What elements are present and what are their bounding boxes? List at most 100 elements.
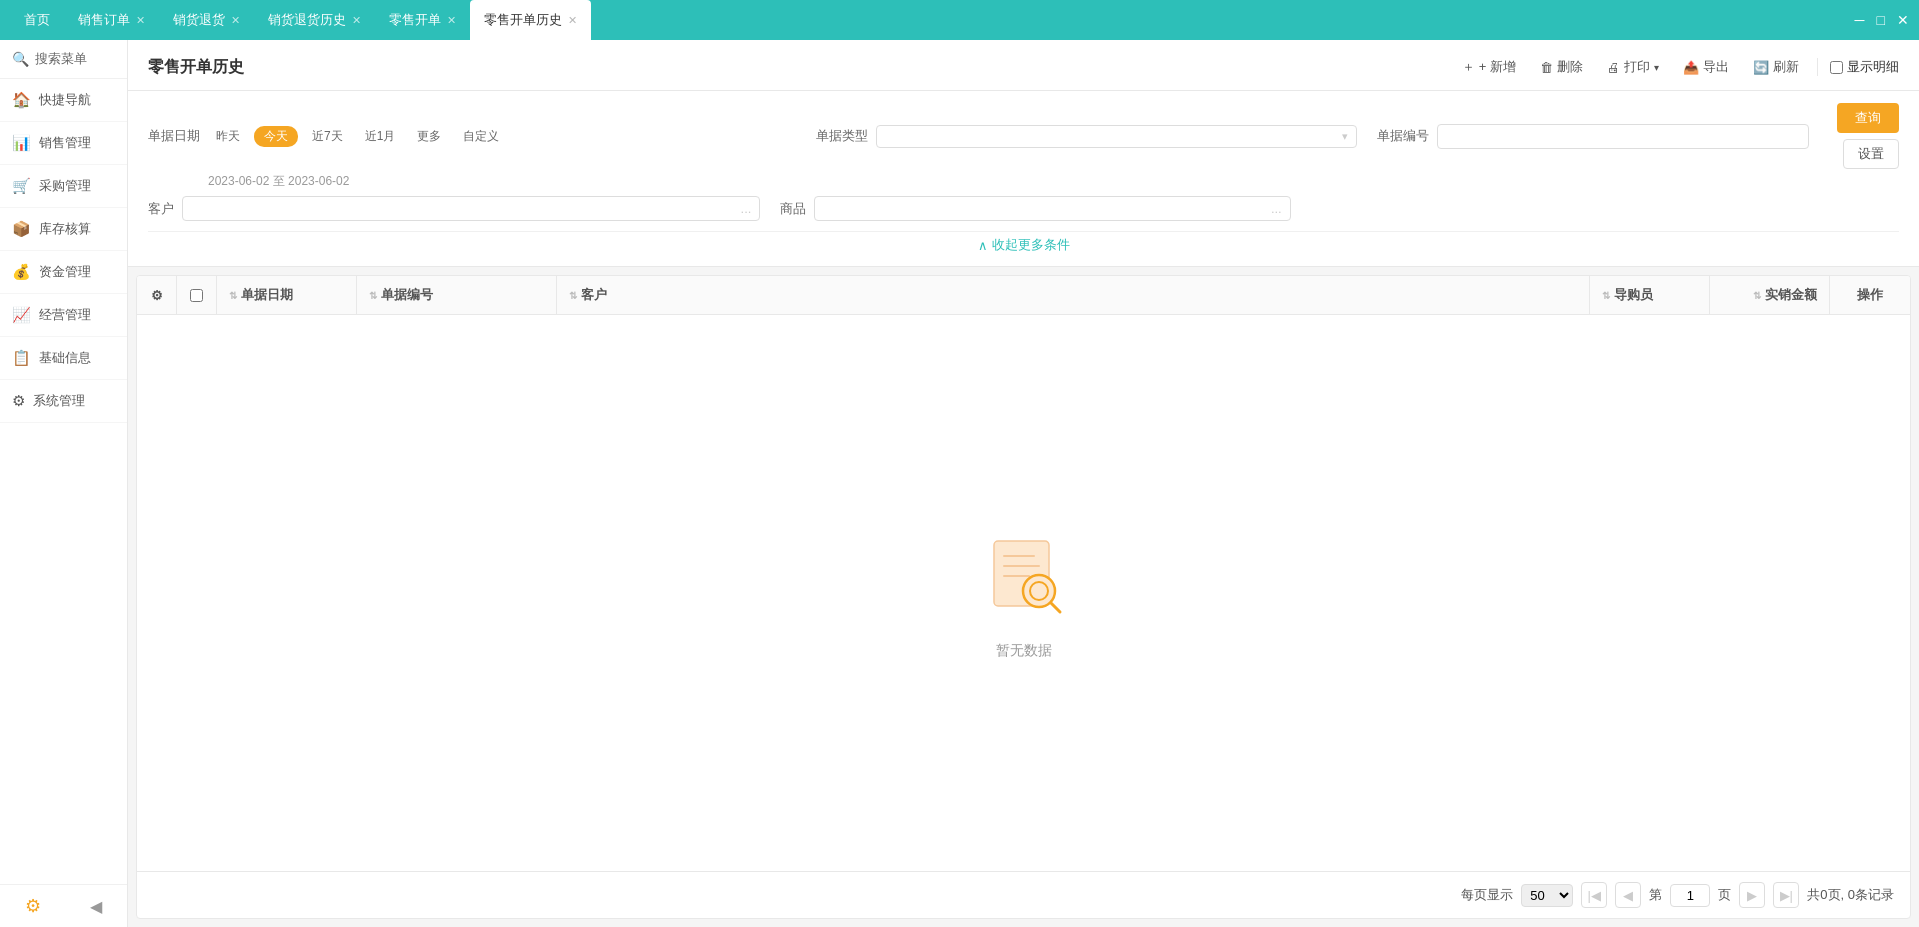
tab-sales-order[interactable]: 销售订单 ✕ (64, 0, 159, 40)
page-label-post: 页 (1718, 886, 1731, 904)
goods-input[interactable] (823, 201, 1270, 216)
page-prev-btn[interactable]: ◀ (1615, 882, 1641, 908)
close-icon[interactable]: ✕ (1897, 12, 1909, 28)
tab-sales-return-history[interactable]: 销货退货历史 ✕ (254, 0, 375, 40)
select-all-checkbox[interactable] (190, 289, 203, 302)
page-last-btn[interactable]: ▶| (1773, 882, 1799, 908)
tab-close-sales-return-history[interactable]: ✕ (352, 14, 361, 27)
empty-illustration (974, 526, 1074, 626)
tab-retail-open[interactable]: 零售开单 ✕ (375, 0, 470, 40)
search-icon: 🔍 (12, 51, 29, 67)
date-btn-custom[interactable]: 自定义 (455, 126, 507, 147)
sort-amount-icon: ⇅ (1753, 290, 1761, 301)
sidebar-menu: 🏠 快捷导航 📊 销售管理 🛒 采购管理 📦 库存核算 💰 资金管理 📈 (0, 79, 127, 884)
sidebar-item-quick-nav[interactable]: 🏠 快捷导航 (0, 79, 127, 122)
doc-no-label: 单据编号 (1377, 127, 1429, 145)
date-btn-today[interactable]: 今天 (254, 126, 298, 147)
refresh-button[interactable]: 🔄 刷新 (1747, 54, 1805, 80)
add-button[interactable]: ＋ + 新增 (1456, 54, 1522, 80)
date-btn-yesterday[interactable]: 昨天 (208, 126, 248, 147)
filter-row-1: 单据日期 昨天 今天 近7天 近1月 更多 自定义 单据类型 ▾ (148, 103, 1899, 169)
goods-label: 商品 (780, 200, 806, 218)
sidebar-item-sales-mgmt[interactable]: 📊 销售管理 (0, 122, 127, 165)
delete-button[interactable]: 🗑 删除 (1534, 54, 1589, 80)
sidebar-item-inventory[interactable]: 📦 库存核算 (0, 208, 127, 251)
sort-date-icon: ⇅ (229, 290, 237, 301)
customer-label: 客户 (148, 200, 174, 218)
table-area: ⚙ ⇅ 单据日期 ⇅ 单据编号 ⇅ 客户 ⇅ (136, 275, 1911, 919)
sort-billno-icon: ⇅ (369, 290, 377, 301)
filter-customer: 客户 ... (148, 196, 760, 221)
customer-input[interactable] (191, 201, 741, 216)
tab-home[interactable]: 首页 (10, 0, 64, 40)
sidebar-item-finance[interactable]: 💰 资金管理 (0, 251, 127, 294)
date-btn-more[interactable]: 更多 (409, 126, 449, 147)
refresh-icon: 🔄 (1753, 60, 1769, 75)
print-chevron-icon: ▾ (1654, 62, 1659, 73)
sys-mgmt-icon: ⚙ (12, 392, 25, 410)
tab-retail-open-history[interactable]: 零售开单历史 ✕ (470, 0, 591, 40)
th-date[interactable]: ⇅ 单据日期 (217, 276, 357, 314)
page-number-input[interactable] (1670, 884, 1710, 907)
tab-close-sales-order[interactable]: ✕ (136, 14, 145, 27)
date-btn-7days[interactable]: 近7天 (304, 126, 351, 147)
filter-doc-type: 单据类型 ▾ (816, 125, 1356, 148)
filter-area: 单据日期 昨天 今天 近7天 近1月 更多 自定义 单据类型 ▾ (128, 91, 1919, 267)
empty-text: 暂无数据 (996, 642, 1052, 660)
page-next-btn[interactable]: ▶ (1739, 882, 1765, 908)
date-btn-1month[interactable]: 近1月 (357, 126, 404, 147)
maximize-icon[interactable]: □ (1877, 12, 1885, 28)
tab-close-retail-open[interactable]: ✕ (447, 14, 456, 27)
tab-close-retail-open-history[interactable]: ✕ (568, 14, 577, 27)
th-guide[interactable]: ⇅ 导购员 (1590, 276, 1710, 314)
sidebar-item-purchase-mgmt[interactable]: 🛒 采购管理 (0, 165, 127, 208)
tab-close-sales-return[interactable]: ✕ (231, 14, 240, 27)
filter-collapse[interactable]: ∧ 收起更多条件 (148, 231, 1899, 258)
th-gear[interactable]: ⚙ (137, 276, 177, 314)
sidebar-collapse-icon[interactable]: ◀ (90, 897, 102, 916)
delete-icon: 🗑 (1540, 60, 1553, 75)
settings-button[interactable]: 设置 (1843, 139, 1899, 169)
filter-doc-no: 单据编号 (1377, 124, 1809, 149)
sidebar-bottom: ⚙ ◀ (0, 884, 127, 927)
th-checkbox[interactable] (177, 276, 217, 314)
sidebar-search[interactable]: 🔍 搜索菜单 (0, 40, 127, 79)
minimize-icon[interactable]: ─ (1855, 12, 1865, 28)
tab-sales-return[interactable]: 销货退货 ✕ (159, 0, 254, 40)
content-area: 零售开单历史 ＋ + 新增 🗑 删除 🖨 打印 ▾ 📤 导出 (128, 40, 1919, 927)
display-detail-toggle[interactable]: 显示明细 (1830, 58, 1899, 76)
doc-no-input-wrap (1437, 124, 1809, 149)
sidebar-settings-icon[interactable]: ⚙ (25, 895, 41, 917)
display-detail-checkbox[interactable] (1830, 61, 1843, 74)
goods-dots: ... (1271, 201, 1282, 216)
page-first-btn[interactable]: |◀ (1581, 882, 1607, 908)
filter-date: 单据日期 昨天 今天 近7天 近1月 更多 自定义 (148, 126, 796, 147)
export-button[interactable]: 📤 导出 (1677, 54, 1735, 80)
sidebar-item-base-info[interactable]: 📋 基础信息 (0, 337, 127, 380)
th-billno[interactable]: ⇅ 单据编号 (357, 276, 557, 314)
toolbar-actions: ＋ + 新增 🗑 删除 🖨 打印 ▾ 📤 导出 🔄 (1456, 54, 1899, 80)
pagination: 每页显示 50 10 20 100 |◀ ◀ 第 页 ▶ ▶| 共0页, 0条记… (137, 871, 1910, 918)
page-title: 零售开单历史 (148, 57, 244, 78)
empty-state: 暂无数据 (137, 315, 1910, 871)
date-label: 单据日期 (148, 127, 200, 145)
toolbar-divider (1817, 58, 1818, 76)
filter-goods: 商品 ... (780, 196, 1290, 221)
doc-type-select[interactable]: ▾ (876, 125, 1356, 148)
sidebar-item-sys-mgmt[interactable]: ⚙ 系统管理 (0, 380, 127, 423)
th-amount[interactable]: ⇅ 实销金额 (1710, 276, 1830, 314)
doc-no-input[interactable] (1446, 129, 1800, 144)
page-size-select[interactable]: 50 10 20 100 (1521, 884, 1573, 907)
print-button[interactable]: 🖨 打印 ▾ (1601, 54, 1665, 80)
sidebar-item-operations[interactable]: 📈 经营管理 (0, 294, 127, 337)
date-buttons: 昨天 今天 近7天 近1月 更多 自定义 (208, 126, 507, 147)
doc-type-chevron-icon: ▾ (1342, 130, 1348, 143)
query-button[interactable]: 查询 (1837, 103, 1899, 133)
th-customer[interactable]: ⇅ 客户 (557, 276, 1590, 314)
doc-type-label: 单据类型 (816, 127, 868, 145)
top-tabbar: 首页 销售订单 ✕ 销货退货 ✕ 销货退货历史 ✕ 零售开单 ✕ 零售开单历史 … (0, 0, 1919, 40)
page-header: 零售开单历史 ＋ + 新增 🗑 删除 🖨 打印 ▾ 📤 导出 (128, 40, 1919, 91)
base-info-icon: 📋 (12, 349, 31, 367)
page-size-label: 每页显示 (1461, 886, 1513, 904)
customer-input-wrap: ... (182, 196, 760, 221)
